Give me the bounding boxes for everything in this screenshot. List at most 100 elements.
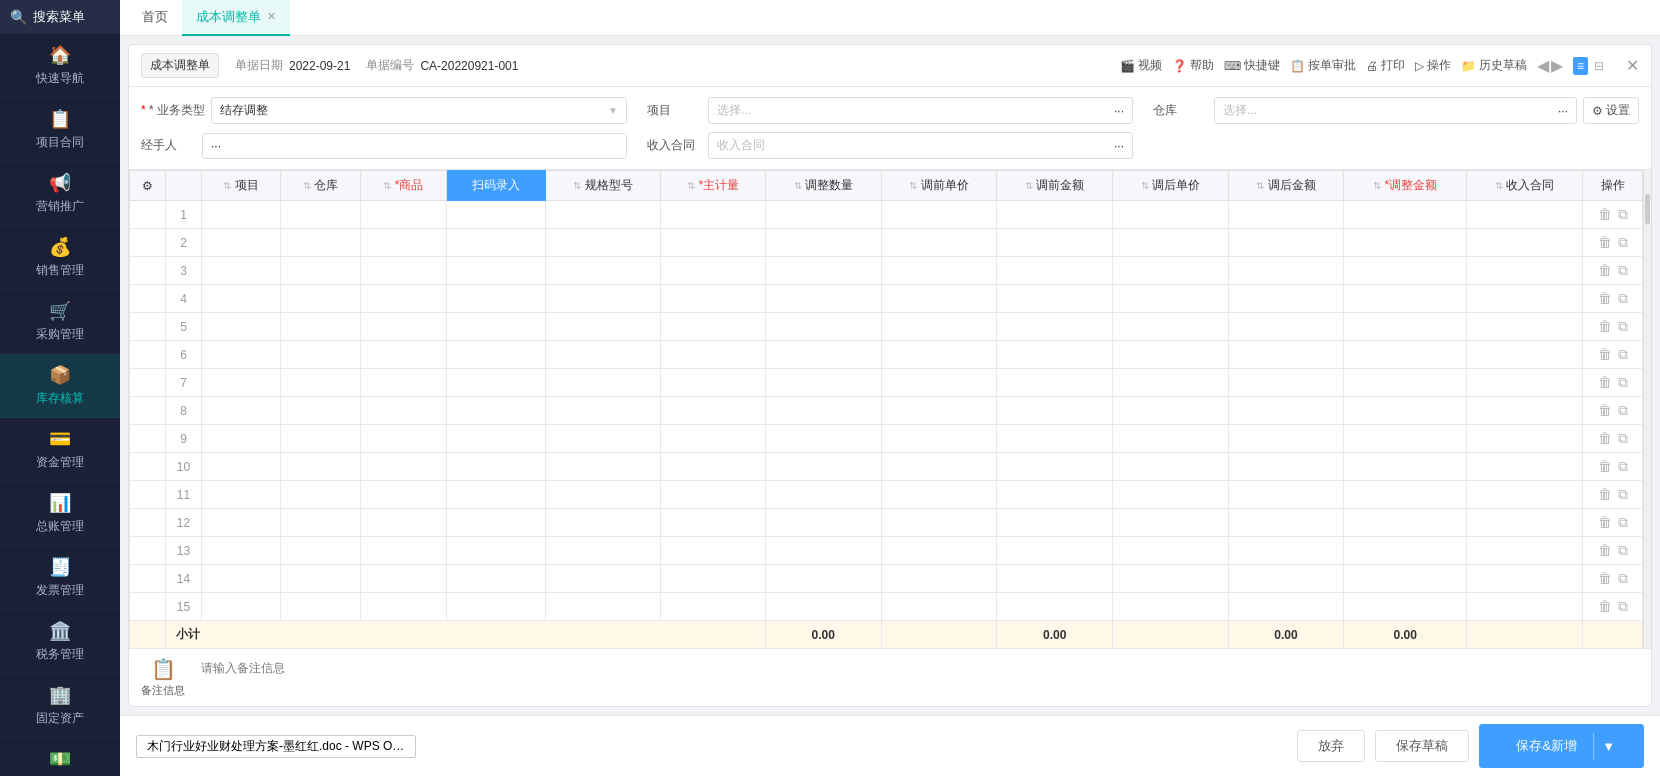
cell-pre-unit-price[interactable] bbox=[881, 285, 997, 313]
cell-spec[interactable] bbox=[545, 313, 661, 341]
cell-scan[interactable] bbox=[447, 537, 546, 565]
sidebar-item-quick-nav[interactable]: 🏠 快速导航 bbox=[0, 34, 120, 98]
cell-post-amount[interactable] bbox=[1228, 565, 1344, 593]
cell-goods[interactable] bbox=[360, 201, 446, 229]
cell-adjust-qty[interactable] bbox=[765, 201, 881, 229]
cell-goods[interactable] bbox=[360, 285, 446, 313]
history-action[interactable]: 📁 历史草稿 bbox=[1461, 57, 1527, 74]
delete-row-icon[interactable]: 🗑 bbox=[1598, 402, 1612, 419]
sidebar-search[interactable]: 🔍 搜索菜单 bbox=[0, 0, 120, 34]
cell-project[interactable] bbox=[202, 453, 281, 481]
cell-adjust-qty[interactable] bbox=[765, 397, 881, 425]
cell-pre-unit-price[interactable] bbox=[881, 257, 997, 285]
delete-row-icon[interactable]: 🗑 bbox=[1598, 374, 1612, 391]
cell-goods[interactable] bbox=[360, 509, 446, 537]
copy-row-icon[interactable]: ⧉ bbox=[1618, 514, 1628, 531]
cell-unit[interactable] bbox=[661, 509, 766, 537]
cell-unit[interactable] bbox=[661, 537, 766, 565]
cell-income-contract[interactable] bbox=[1467, 229, 1583, 257]
cell-unit[interactable] bbox=[661, 201, 766, 229]
cell-project[interactable] bbox=[202, 397, 281, 425]
col-adjust-qty-header[interactable]: ⇅ 调整数量 bbox=[765, 171, 881, 201]
cell-goods[interactable] bbox=[360, 453, 446, 481]
cell-adjust-amount[interactable] bbox=[1344, 341, 1467, 369]
copy-row-icon[interactable]: ⧉ bbox=[1618, 346, 1628, 363]
cell-income-contract[interactable] bbox=[1467, 369, 1583, 397]
cell-warehouse[interactable] bbox=[281, 257, 360, 285]
delete-row-icon[interactable]: 🗑 bbox=[1598, 570, 1612, 587]
cell-post-amount[interactable] bbox=[1228, 341, 1344, 369]
cell-spec[interactable] bbox=[545, 481, 661, 509]
copy-row-icon[interactable]: ⧉ bbox=[1618, 402, 1628, 419]
cell-pre-amount[interactable] bbox=[997, 369, 1113, 397]
delete-row-icon[interactable]: 🗑 bbox=[1598, 542, 1612, 559]
delete-row-icon[interactable]: 🗑 bbox=[1598, 290, 1612, 307]
cell-income-contract[interactable] bbox=[1467, 313, 1583, 341]
cell-post-unit-price[interactable] bbox=[1112, 201, 1228, 229]
delete-row-icon[interactable]: 🗑 bbox=[1598, 318, 1612, 335]
cell-pre-amount[interactable] bbox=[997, 257, 1113, 285]
cell-pre-unit-price[interactable] bbox=[881, 397, 997, 425]
cell-pre-unit-price[interactable] bbox=[881, 341, 997, 369]
cell-adjust-qty[interactable] bbox=[765, 369, 881, 397]
cell-post-unit-price[interactable] bbox=[1112, 285, 1228, 313]
shortcut-action[interactable]: ⌨ 快捷键 bbox=[1224, 57, 1280, 74]
cell-adjust-amount[interactable] bbox=[1344, 229, 1467, 257]
copy-row-icon[interactable]: ⧉ bbox=[1618, 598, 1628, 615]
cell-adjust-amount[interactable] bbox=[1344, 425, 1467, 453]
cell-warehouse[interactable] bbox=[281, 481, 360, 509]
cell-post-unit-price[interactable] bbox=[1112, 397, 1228, 425]
cell-income-contract[interactable] bbox=[1467, 593, 1583, 621]
cell-income-contract[interactable] bbox=[1467, 537, 1583, 565]
delete-row-icon[interactable]: 🗑 bbox=[1598, 486, 1612, 503]
cell-pre-amount[interactable] bbox=[997, 565, 1113, 593]
cell-adjust-qty[interactable] bbox=[765, 453, 881, 481]
cell-project[interactable] bbox=[202, 285, 281, 313]
cell-scan[interactable] bbox=[447, 453, 546, 481]
cell-adjust-amount[interactable] bbox=[1344, 397, 1467, 425]
sidebar-item-sales-mgmt[interactable]: 💰 销售管理 bbox=[0, 226, 120, 290]
sidebar-item-sales-promo[interactable]: 📢 营销推广 bbox=[0, 162, 120, 226]
cell-income-contract[interactable] bbox=[1467, 341, 1583, 369]
cell-spec[interactable] bbox=[545, 509, 661, 537]
cell-warehouse[interactable] bbox=[281, 509, 360, 537]
copy-row-icon[interactable]: ⧉ bbox=[1618, 458, 1628, 475]
cell-scan[interactable] bbox=[447, 285, 546, 313]
cell-project[interactable] bbox=[202, 229, 281, 257]
cell-goods[interactable] bbox=[360, 369, 446, 397]
cell-adjust-amount[interactable] bbox=[1344, 313, 1467, 341]
cell-spec[interactable] bbox=[545, 593, 661, 621]
copy-row-icon[interactable]: ⧉ bbox=[1618, 542, 1628, 559]
help-action[interactable]: ❓ 帮助 bbox=[1172, 57, 1214, 74]
form-close-icon[interactable]: ✕ bbox=[1626, 56, 1639, 75]
cell-post-unit-price[interactable] bbox=[1112, 257, 1228, 285]
cell-pre-unit-price[interactable] bbox=[881, 565, 997, 593]
cell-scan[interactable] bbox=[447, 565, 546, 593]
cell-spec[interactable] bbox=[545, 537, 661, 565]
cell-pre-unit-price[interactable] bbox=[881, 509, 997, 537]
delete-row-icon[interactable]: 🗑 bbox=[1598, 598, 1612, 615]
cell-post-unit-price[interactable] bbox=[1112, 453, 1228, 481]
sidebar-item-invoice-mgmt[interactable]: 🧾 发票管理 bbox=[0, 546, 120, 610]
cell-warehouse[interactable] bbox=[281, 313, 360, 341]
cell-post-unit-price[interactable] bbox=[1112, 481, 1228, 509]
cell-post-unit-price[interactable] bbox=[1112, 341, 1228, 369]
cell-adjust-amount[interactable] bbox=[1344, 257, 1467, 285]
cell-pre-unit-price[interactable] bbox=[881, 425, 997, 453]
cell-post-amount[interactable] bbox=[1228, 369, 1344, 397]
delete-row-icon[interactable]: 🗑 bbox=[1598, 514, 1612, 531]
cell-spec[interactable] bbox=[545, 397, 661, 425]
cell-adjust-amount[interactable] bbox=[1344, 453, 1467, 481]
cell-adjust-amount[interactable] bbox=[1344, 369, 1467, 397]
project-input[interactable]: 选择... ··· bbox=[708, 97, 1133, 124]
table-container[interactable]: ⚙ ⇅ 项目 ⇅ 仓库 ⇅ *商品 扫码录入 ⇅ 规格型号 ⇅ *主计量 ⇅ 调… bbox=[129, 170, 1643, 648]
cell-unit[interactable] bbox=[661, 565, 766, 593]
cell-spec[interactable] bbox=[545, 257, 661, 285]
cell-pre-unit-price[interactable] bbox=[881, 201, 997, 229]
cell-scan[interactable] bbox=[447, 481, 546, 509]
remarks-icon[interactable]: 📋 备注信息 bbox=[141, 657, 185, 698]
cell-warehouse[interactable] bbox=[281, 565, 360, 593]
cell-spec[interactable] bbox=[545, 425, 661, 453]
discard-button[interactable]: 放弃 bbox=[1297, 730, 1365, 762]
cell-unit[interactable] bbox=[661, 257, 766, 285]
